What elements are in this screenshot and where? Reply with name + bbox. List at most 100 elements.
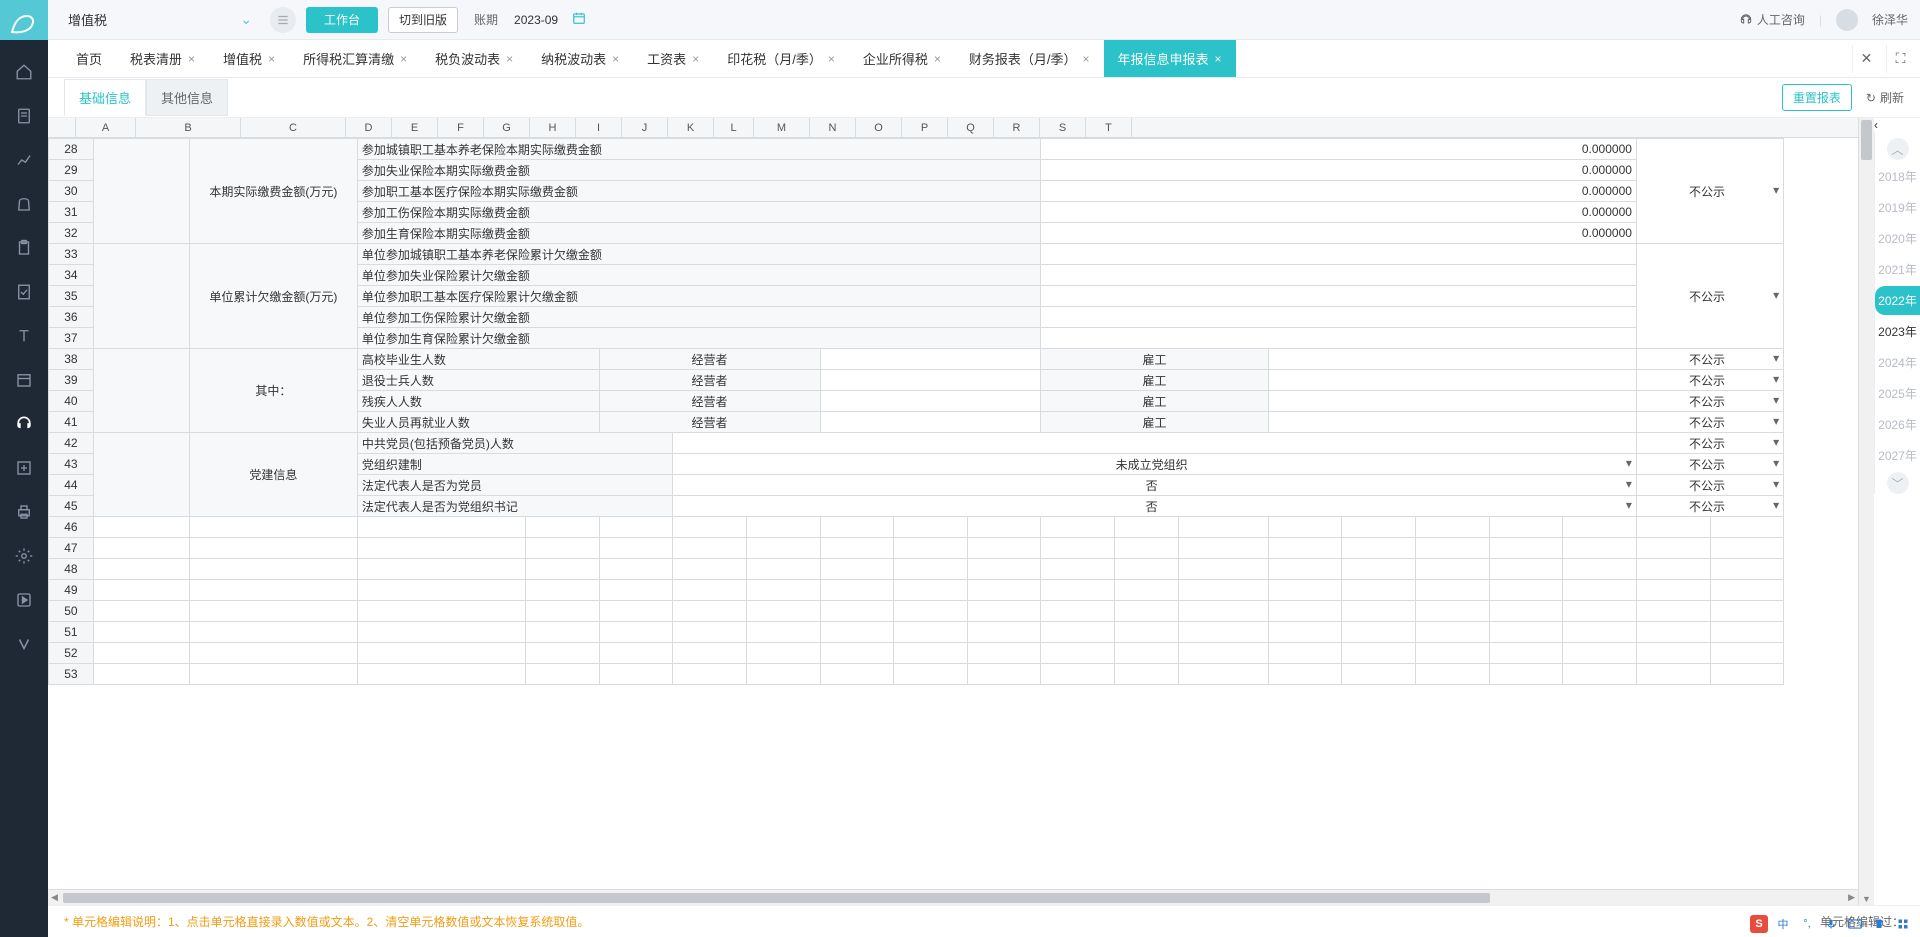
tab-item[interactable]: 年报信息申报表× bbox=[1104, 40, 1236, 77]
col-header-cell[interactable]: J bbox=[622, 118, 668, 137]
footer: * 单元格编辑说明：1、点击单元格直接录入数值或文本。2、清空单元格数值或文本恢… bbox=[48, 905, 1920, 937]
period-value[interactable]: 2023-09 bbox=[514, 13, 558, 27]
subtab-basic[interactable]: 基础信息 bbox=[64, 79, 146, 116]
col-header-cell[interactable]: T bbox=[1086, 118, 1132, 137]
app-logo-icon bbox=[8, 8, 40, 36]
tab-close-icon[interactable]: × bbox=[1083, 52, 1090, 66]
bag-icon[interactable] bbox=[14, 194, 34, 214]
calendar-picker-icon[interactable] bbox=[572, 11, 586, 28]
tab-item[interactable]: 工资表× bbox=[633, 40, 713, 77]
year-item[interactable]: 2027年 bbox=[1875, 441, 1920, 470]
col-header-cell[interactable]: O bbox=[856, 118, 902, 137]
vertical-scrollbar[interactable]: ▲ ▼ bbox=[1858, 118, 1874, 905]
text-icon[interactable] bbox=[14, 326, 34, 346]
year-item[interactable]: 2022年 bbox=[1875, 286, 1920, 315]
tab-close-icon[interactable]: × bbox=[934, 52, 941, 66]
year-rail: ︿ 2018年2019年2020年2021年2022年2023年2024年202… bbox=[1874, 132, 1920, 494]
v-icon[interactable] bbox=[14, 634, 34, 654]
print-icon[interactable] bbox=[14, 502, 34, 522]
rail-down-icon[interactable]: ﹀ bbox=[1887, 472, 1909, 494]
year-item[interactable]: 2023年 bbox=[1875, 317, 1920, 346]
year-item[interactable]: 2025年 bbox=[1875, 379, 1920, 408]
tab-item[interactable]: 财务报表（月/季）× bbox=[955, 40, 1104, 77]
year-item[interactable]: 2020年 bbox=[1875, 224, 1920, 253]
play-icon[interactable] bbox=[14, 590, 34, 610]
year-item[interactable]: 2024年 bbox=[1875, 348, 1920, 377]
tab-close-icon[interactable]: × bbox=[1215, 52, 1222, 66]
col-header-cell[interactable]: R bbox=[994, 118, 1040, 137]
col-header-cell[interactable]: P bbox=[902, 118, 948, 137]
context-dropdown[interactable]: 增值税 ⌄ bbox=[60, 7, 260, 33]
col-header-cell[interactable]: F bbox=[438, 118, 484, 137]
gear-icon[interactable] bbox=[14, 546, 34, 566]
support-icon[interactable] bbox=[14, 414, 34, 434]
calendar-icon[interactable] bbox=[14, 370, 34, 390]
left-sidebar bbox=[0, 0, 48, 937]
ime-zh-icon[interactable]: 中 bbox=[1774, 915, 1792, 933]
support-link[interactable]: 人工咨询 bbox=[1739, 11, 1805, 28]
tab-item[interactable]: 企业所得税× bbox=[849, 40, 955, 77]
tab-item[interactable]: 增值税× bbox=[209, 40, 289, 77]
tab-item[interactable]: 所得税汇算清缴× bbox=[289, 40, 421, 77]
ime-kb-icon[interactable] bbox=[1846, 915, 1864, 933]
tab-bar: 首页税表清册×增值税×所得税汇算清缴×税负波动表×纳税波动表×工资表×印花税（月… bbox=[48, 40, 1920, 78]
workspace-button[interactable]: 工作台 bbox=[306, 7, 378, 33]
tab-close-icon[interactable]: × bbox=[612, 52, 619, 66]
footer-note: * 单元格编辑说明：1、点击单元格直接录入数值或文本。2、清空单元格数值或文本恢… bbox=[64, 913, 589, 930]
col-header-cell[interactable]: N bbox=[810, 118, 856, 137]
year-item[interactable]: 2026年 bbox=[1875, 410, 1920, 439]
check-doc-icon[interactable] bbox=[14, 282, 34, 302]
ime-mic-icon[interactable] bbox=[1822, 915, 1840, 933]
ime-skin-icon[interactable] bbox=[1870, 915, 1888, 933]
col-header-cell[interactable]: E bbox=[392, 118, 438, 137]
tab-item[interactable]: 印花税（月/季）× bbox=[713, 40, 849, 77]
col-header-cell[interactable]: L bbox=[714, 118, 754, 137]
tab-close-icon[interactable]: × bbox=[828, 52, 835, 66]
avatar[interactable] bbox=[1836, 9, 1858, 31]
year-item[interactable]: 2019年 bbox=[1875, 193, 1920, 222]
rail-collapse-icon[interactable]: ‹ bbox=[1874, 118, 1920, 132]
tab-item[interactable]: 纳税波动表× bbox=[527, 40, 633, 77]
col-header-cell[interactable]: H bbox=[530, 118, 576, 137]
home-icon[interactable] bbox=[14, 62, 34, 82]
col-header-cell[interactable]: M bbox=[754, 118, 810, 137]
tab-item[interactable]: 税表清册× bbox=[116, 40, 209, 77]
year-item[interactable]: 2018年 bbox=[1875, 162, 1920, 191]
expand-icon[interactable]: ⛶ bbox=[1886, 45, 1914, 73]
tab-close-icon[interactable]: × bbox=[268, 52, 275, 66]
tab-close-icon[interactable]: × bbox=[692, 52, 699, 66]
tab-close-icon[interactable]: × bbox=[188, 52, 195, 66]
export-icon[interactable] bbox=[14, 458, 34, 478]
ime-s-icon[interactable]: S bbox=[1750, 915, 1768, 933]
rail-up-icon[interactable]: ︿ bbox=[1887, 138, 1909, 160]
col-header-cell[interactable]: G bbox=[484, 118, 530, 137]
col-header-cell[interactable]: D bbox=[346, 118, 392, 137]
clipboard-icon[interactable] bbox=[14, 238, 34, 258]
tab-close-icon[interactable]: × bbox=[400, 52, 407, 66]
col-header-cell[interactable]: A bbox=[76, 118, 136, 137]
switch-old-button[interactable]: 切到旧版 bbox=[388, 7, 458, 33]
col-header-cell[interactable]: B bbox=[136, 118, 241, 137]
col-header-cell[interactable]: S bbox=[1040, 118, 1086, 137]
year-item[interactable]: 2021年 bbox=[1875, 255, 1920, 284]
ime-grid-icon[interactable] bbox=[1894, 915, 1912, 933]
username[interactable]: 徐泽华 bbox=[1872, 11, 1908, 28]
refresh-button[interactable]: ↻ 刷新 bbox=[1866, 89, 1904, 106]
subtab-other[interactable]: 其他信息 bbox=[146, 79, 228, 116]
close-tab-icon[interactable]: ✕ bbox=[1852, 45, 1880, 73]
reset-report-button[interactable]: 重置报表 bbox=[1782, 84, 1852, 111]
spreadsheet-grid[interactable]: 28本期实际缴费金额(万元)参加城镇职工基本养老保险本期实际缴费金额0.0000… bbox=[48, 138, 1858, 685]
tab-close-icon[interactable]: × bbox=[506, 52, 513, 66]
tab-item[interactable]: 首页 bbox=[62, 40, 116, 77]
ime-punct-icon[interactable]: °, bbox=[1798, 915, 1816, 933]
list-icon[interactable] bbox=[270, 7, 296, 33]
col-header-cell[interactable]: Q bbox=[948, 118, 994, 137]
col-header-cell[interactable]: C bbox=[241, 118, 346, 137]
chart-icon[interactable] bbox=[14, 150, 34, 170]
col-header-cell[interactable]: K bbox=[668, 118, 714, 137]
horizontal-scrollbar[interactable]: ◀ ▶ bbox=[48, 889, 1858, 905]
select-all-cell[interactable] bbox=[48, 118, 76, 137]
tab-item[interactable]: 税负波动表× bbox=[421, 40, 527, 77]
doc-icon[interactable] bbox=[14, 106, 34, 126]
col-header-cell[interactable]: I bbox=[576, 118, 622, 137]
